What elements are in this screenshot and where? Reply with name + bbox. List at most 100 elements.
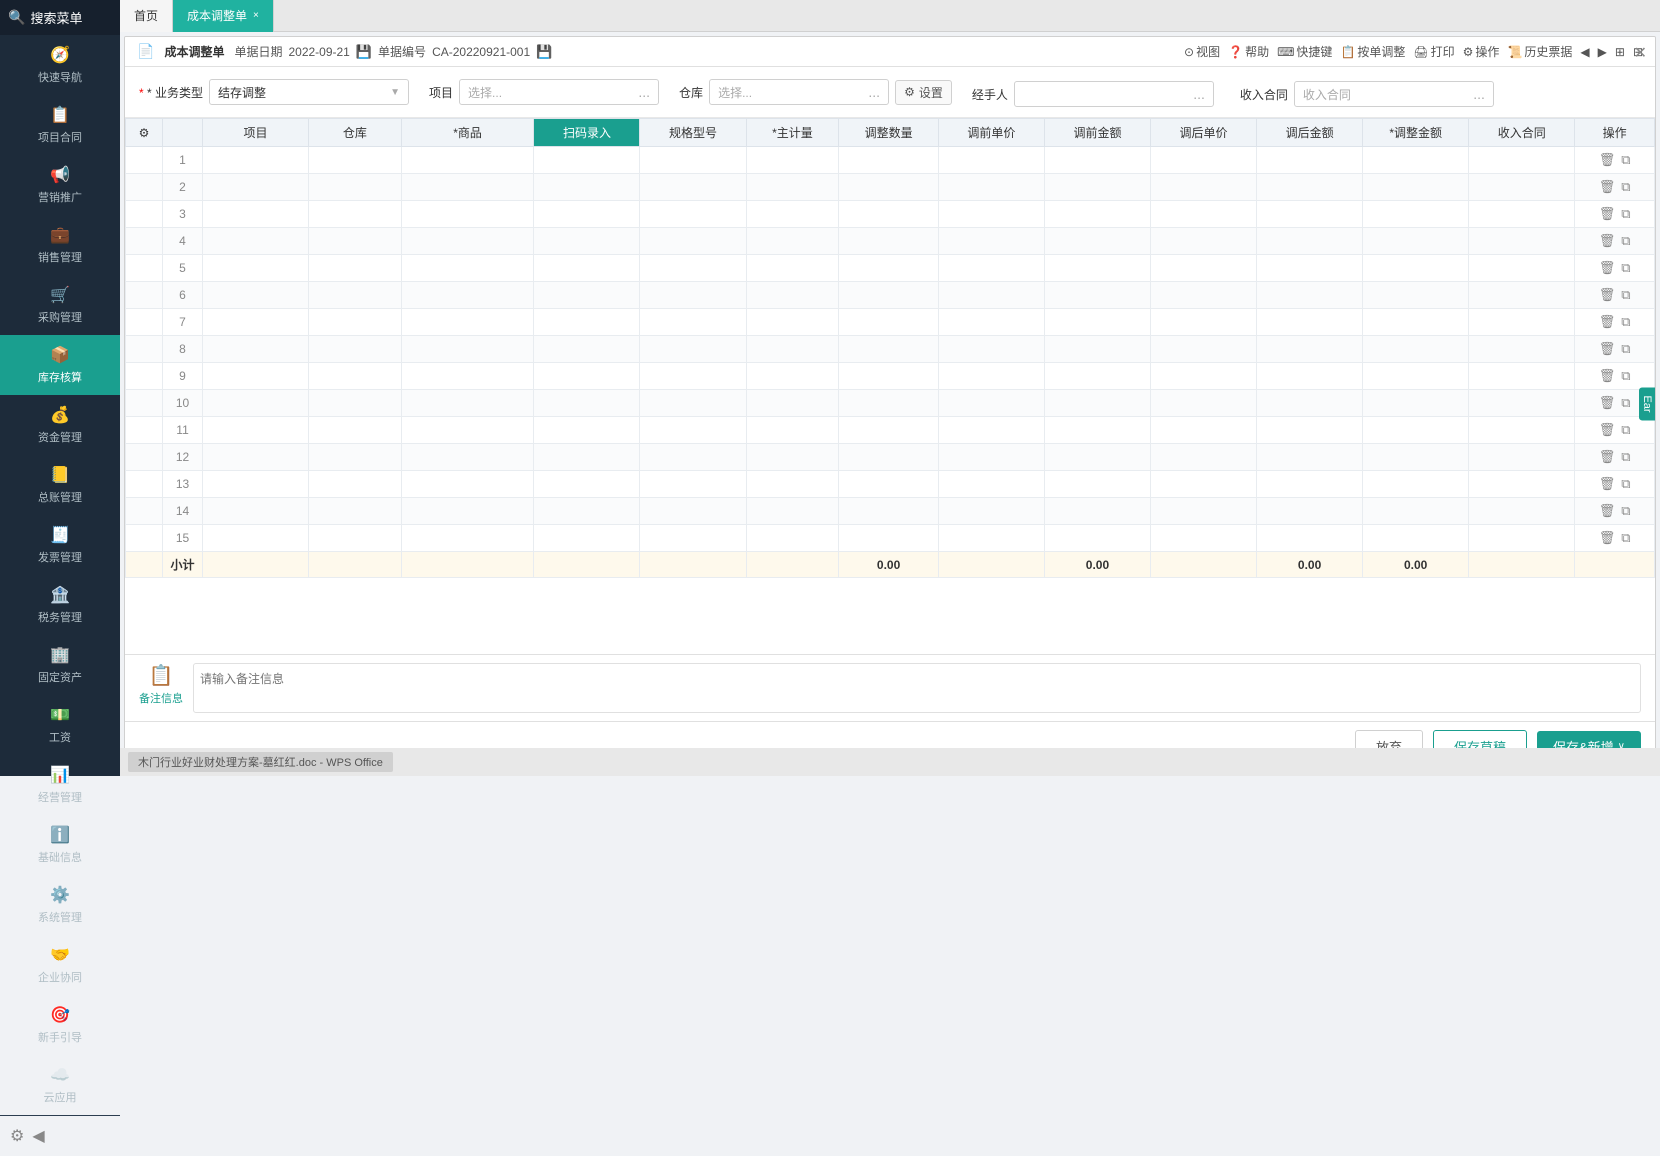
table-cell[interactable]: [1257, 390, 1363, 417]
table-cell[interactable]: [1257, 174, 1363, 201]
table-cell[interactable]: [1257, 471, 1363, 498]
sidebar-item-corp[interactable]: 🤝 企业协同: [0, 935, 120, 995]
warehouse-input[interactable]: 选择... ...: [709, 79, 889, 105]
sidebar-item-cloud[interactable]: ☁️ 云应用: [0, 1055, 120, 1115]
table-cell[interactable]: [746, 417, 839, 444]
table-cell[interactable]: [938, 228, 1044, 255]
table-cell[interactable]: [534, 336, 640, 363]
income-contract-input[interactable]: 收入合同 ...: [1294, 81, 1494, 107]
table-cell[interactable]: [401, 390, 534, 417]
table-cell[interactable]: [839, 282, 938, 309]
row-copy-btn[interactable]: ⧉: [1618, 151, 1633, 169]
table-cell[interactable]: [839, 363, 938, 390]
row-delete-btn[interactable]: 🗑: [1596, 502, 1619, 520]
table-cell[interactable]: [534, 525, 640, 552]
table-cell[interactable]: [308, 228, 401, 255]
table-cell[interactable]: [1150, 201, 1256, 228]
row-delete-btn[interactable]: 🗑: [1596, 232, 1619, 250]
table-cell[interactable]: [534, 255, 640, 282]
table-cell[interactable]: [1469, 471, 1575, 498]
table-cell[interactable]: [1363, 390, 1469, 417]
table-cell[interactable]: [640, 363, 746, 390]
table-cell[interactable]: [839, 147, 938, 174]
table-cell[interactable]: [938, 309, 1044, 336]
row-delete-btn[interactable]: 🗑: [1596, 394, 1619, 412]
table-cell[interactable]: [401, 417, 534, 444]
table-cell[interactable]: [308, 390, 401, 417]
table-cell[interactable]: [401, 363, 534, 390]
table-cell[interactable]: [1044, 147, 1150, 174]
sidebar-item-sales[interactable]: 💼 销售管理: [0, 215, 120, 275]
row-delete-btn[interactable]: 🗑: [1596, 313, 1619, 331]
settings-icon[interactable]: ⚙: [10, 1126, 24, 1146]
window-close-button[interactable]: ✕: [1634, 43, 1647, 63]
table-cell[interactable]: [202, 282, 308, 309]
table-cell[interactable]: [1044, 282, 1150, 309]
table-cell[interactable]: [308, 363, 401, 390]
sidebar-item-fixed-assets[interactable]: 🏢 固定资产: [0, 635, 120, 695]
table-cell[interactable]: [1469, 255, 1575, 282]
table-cell[interactable]: [308, 147, 401, 174]
th-config[interactable]: ⚙: [126, 119, 163, 147]
table-cell[interactable]: [308, 417, 401, 444]
save-icon-2[interactable]: 💾: [536, 44, 552, 60]
table-cell[interactable]: [1150, 174, 1256, 201]
table-cell[interactable]: [1257, 525, 1363, 552]
table-cell[interactable]: [401, 255, 534, 282]
table-cell[interactable]: [401, 444, 534, 471]
table-cell[interactable]: [1469, 282, 1575, 309]
th-before-price[interactable]: 调前单价: [938, 119, 1044, 147]
agent-input[interactable]: ...: [1014, 81, 1214, 107]
table-cell[interactable]: [1150, 417, 1256, 444]
table-cell[interactable]: [839, 525, 938, 552]
table-cell[interactable]: [1044, 417, 1150, 444]
table-cell[interactable]: [839, 228, 938, 255]
sidebar-item-tax[interactable]: 🏦 税务管理: [0, 575, 120, 635]
table-cell[interactable]: [938, 417, 1044, 444]
table-cell[interactable]: [308, 471, 401, 498]
sidebar-item-quick-nav[interactable]: 🧭 快速导航: [0, 35, 120, 95]
row-copy-btn[interactable]: ⧉: [1618, 421, 1633, 439]
table-cell[interactable]: [202, 336, 308, 363]
table-cell[interactable]: [1363, 471, 1469, 498]
table-cell[interactable]: [1044, 228, 1150, 255]
check-adj-action[interactable]: 📋 按单调整: [1340, 43, 1405, 60]
row-copy-btn[interactable]: ⧉: [1618, 313, 1633, 331]
table-cell[interactable]: [401, 525, 534, 552]
table-cell[interactable]: [308, 498, 401, 525]
th-unit[interactable]: *主计量: [746, 119, 839, 147]
table-cell[interactable]: [1150, 525, 1256, 552]
sidebar-item-invoice[interactable]: 🧾 发票管理: [0, 515, 120, 575]
table-cell[interactable]: [938, 390, 1044, 417]
row-delete-btn[interactable]: 🗑: [1596, 529, 1619, 547]
table-cell[interactable]: [308, 255, 401, 282]
table-cell[interactable]: [839, 444, 938, 471]
table-cell[interactable]: [401, 174, 534, 201]
table-cell[interactable]: [534, 201, 640, 228]
table-cell[interactable]: [1044, 336, 1150, 363]
table-cell[interactable]: [1469, 174, 1575, 201]
biz-type-input[interactable]: 结存调整 ▼: [209, 79, 409, 105]
nav-prev[interactable]: ◀: [1580, 45, 1589, 59]
print-action[interactable]: 🖨 打印: [1413, 43, 1454, 60]
th-spec[interactable]: 规格型号: [640, 119, 746, 147]
table-cell[interactable]: [308, 336, 401, 363]
table-cell[interactable]: [1044, 444, 1150, 471]
table-cell[interactable]: [938, 525, 1044, 552]
table-cell[interactable]: [1469, 444, 1575, 471]
table-cell[interactable]: [746, 228, 839, 255]
table-cell[interactable]: [1044, 471, 1150, 498]
row-delete-btn[interactable]: 🗑: [1596, 178, 1619, 196]
table-cell[interactable]: [839, 309, 938, 336]
table-cell[interactable]: [1469, 201, 1575, 228]
table-cell[interactable]: [1363, 228, 1469, 255]
table-cell[interactable]: [746, 336, 839, 363]
table-cell[interactable]: [308, 525, 401, 552]
table-cell[interactable]: [1257, 309, 1363, 336]
row-copy-btn[interactable]: ⧉: [1618, 448, 1633, 466]
table-cell[interactable]: [746, 282, 839, 309]
table-cell[interactable]: [534, 309, 640, 336]
sidebar-item-finance[interactable]: 💰 资金管理: [0, 395, 120, 455]
row-delete-btn[interactable]: 🗑: [1596, 421, 1619, 439]
row-copy-btn[interactable]: ⧉: [1618, 259, 1633, 277]
